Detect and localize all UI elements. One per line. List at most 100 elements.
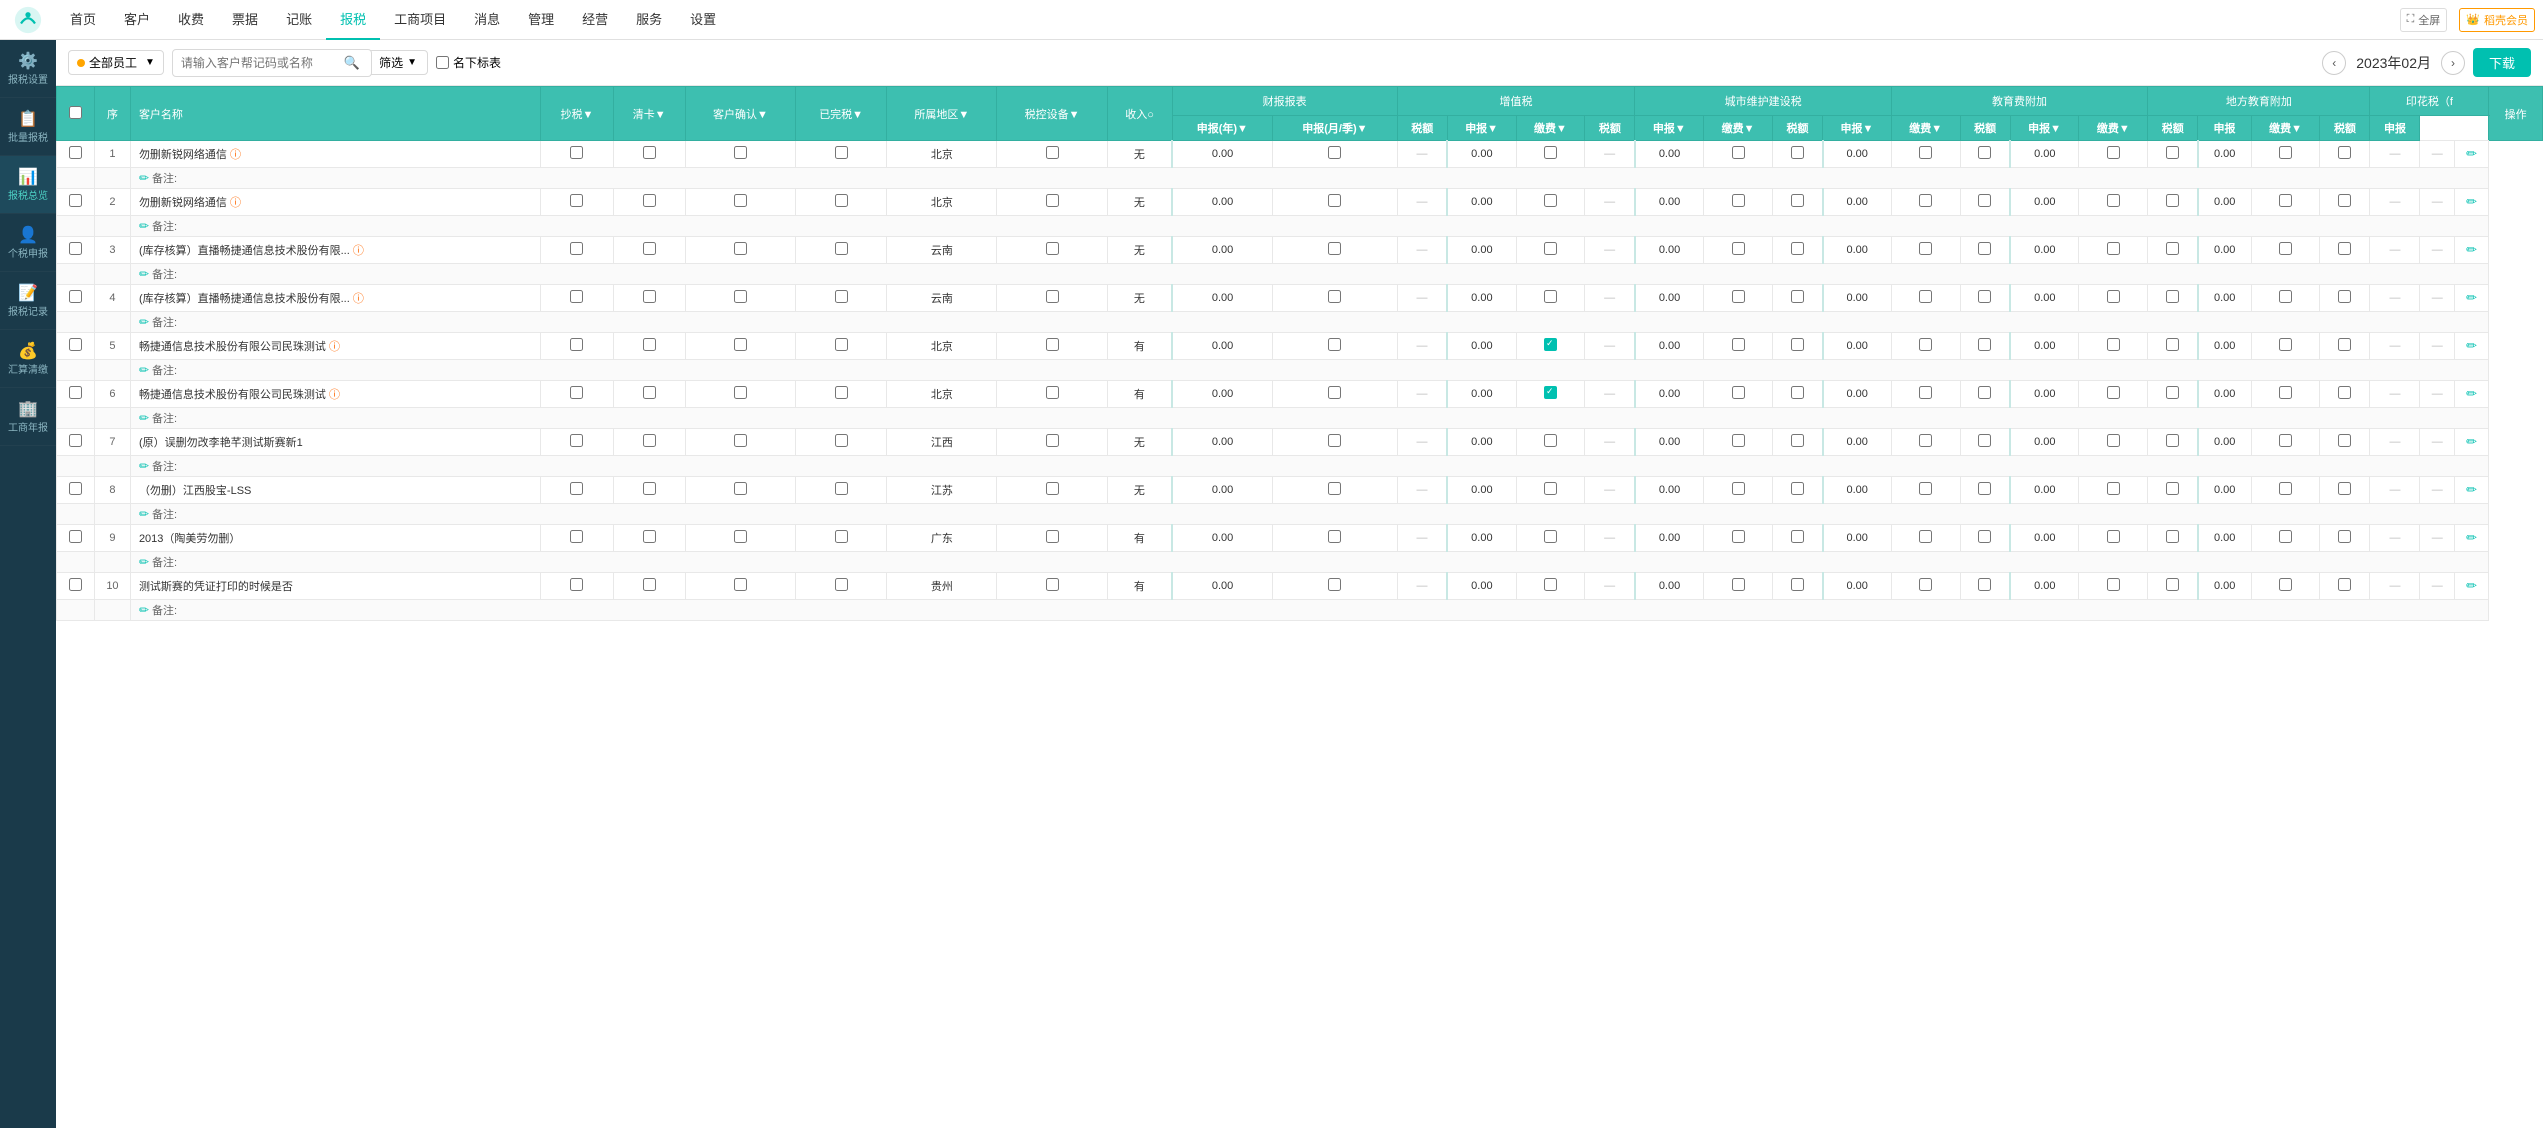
download-button[interactable]: 下载 bbox=[2473, 48, 2531, 77]
row-checkbox[interactable] bbox=[2338, 146, 2351, 159]
nav-invoice[interactable]: 票据 bbox=[218, 0, 272, 40]
paid-checkbox[interactable] bbox=[835, 386, 848, 399]
row-select-checkbox[interactable] bbox=[69, 434, 82, 447]
customer-confirm-checkbox[interactable] bbox=[734, 242, 747, 255]
checked-checkbox[interactable] bbox=[1544, 386, 1557, 399]
customer-confirm-checkbox[interactable] bbox=[734, 482, 747, 495]
row-checkbox[interactable] bbox=[2338, 290, 2351, 303]
customer-confirm-checkbox[interactable] bbox=[734, 530, 747, 543]
row-checkbox[interactable] bbox=[2107, 146, 2120, 159]
sidebar-item-batch-tax[interactable]: 📋 批量报税 bbox=[0, 98, 56, 156]
paid-checkbox[interactable] bbox=[835, 338, 848, 351]
row-checkbox[interactable] bbox=[1544, 530, 1557, 543]
search-input[interactable] bbox=[172, 49, 372, 77]
subordinate-checkbox-label[interactable]: 名下标表 bbox=[436, 54, 501, 71]
row-checkbox[interactable] bbox=[1791, 530, 1804, 543]
row-checkbox[interactable] bbox=[2107, 482, 2120, 495]
row-checkbox[interactable] bbox=[1978, 578, 1991, 591]
clear-card-checkbox[interactable] bbox=[643, 386, 656, 399]
row-checkbox[interactable] bbox=[1732, 578, 1745, 591]
prev-month-button[interactable]: ‹ bbox=[2322, 51, 2346, 75]
paid-checkbox[interactable] bbox=[835, 434, 848, 447]
copy-tax-checkbox[interactable] bbox=[570, 290, 583, 303]
tax-device-checkbox[interactable] bbox=[1046, 242, 1059, 255]
row-checkbox[interactable] bbox=[2166, 530, 2179, 543]
clear-card-checkbox[interactable] bbox=[643, 146, 656, 159]
clear-card-checkbox[interactable] bbox=[643, 194, 656, 207]
row-checkbox[interactable] bbox=[1732, 530, 1745, 543]
row-checkbox[interactable] bbox=[1791, 242, 1804, 255]
row-checkbox[interactable] bbox=[1328, 290, 1341, 303]
note-edit-icon[interactable]: ✏ bbox=[139, 459, 149, 473]
clear-card-checkbox[interactable] bbox=[643, 434, 656, 447]
tax-device-checkbox[interactable] bbox=[1046, 290, 1059, 303]
row-checkbox[interactable] bbox=[1732, 482, 1745, 495]
edit-button[interactable]: ✏ bbox=[2466, 338, 2477, 353]
clear-card-checkbox[interactable] bbox=[643, 338, 656, 351]
row-checkbox[interactable] bbox=[2107, 242, 2120, 255]
row-checkbox[interactable] bbox=[1732, 290, 1745, 303]
row-checkbox[interactable] bbox=[1791, 482, 1804, 495]
row-select-checkbox[interactable] bbox=[69, 242, 82, 255]
row-checkbox[interactable] bbox=[1791, 386, 1804, 399]
copy-tax-checkbox[interactable] bbox=[570, 146, 583, 159]
row-checkbox[interactable] bbox=[2166, 194, 2179, 207]
row-checkbox[interactable] bbox=[2279, 194, 2292, 207]
tax-device-checkbox[interactable] bbox=[1046, 338, 1059, 351]
row-checkbox[interactable] bbox=[1732, 146, 1745, 159]
row-checkbox[interactable] bbox=[1919, 386, 1932, 399]
row-checkbox[interactable] bbox=[1791, 578, 1804, 591]
nav-home[interactable]: 首页 bbox=[56, 0, 110, 40]
clear-card-checkbox[interactable] bbox=[643, 290, 656, 303]
edit-button[interactable]: ✏ bbox=[2466, 194, 2477, 209]
row-checkbox[interactable] bbox=[2338, 386, 2351, 399]
row-checkbox[interactable] bbox=[1732, 386, 1745, 399]
row-select-checkbox[interactable] bbox=[69, 578, 82, 591]
nav-manage[interactable]: 管理 bbox=[514, 0, 568, 40]
clear-card-checkbox[interactable] bbox=[643, 530, 656, 543]
row-checkbox[interactable] bbox=[2107, 530, 2120, 543]
row-select-checkbox[interactable] bbox=[69, 386, 82, 399]
clear-card-checkbox[interactable] bbox=[643, 578, 656, 591]
edit-button[interactable]: ✏ bbox=[2466, 146, 2477, 161]
row-checkbox[interactable] bbox=[2338, 338, 2351, 351]
row-checkbox[interactable] bbox=[1544, 194, 1557, 207]
row-checkbox[interactable] bbox=[1978, 194, 1991, 207]
tax-device-checkbox[interactable] bbox=[1046, 146, 1059, 159]
row-checkbox[interactable] bbox=[1544, 242, 1557, 255]
row-checkbox[interactable] bbox=[2166, 146, 2179, 159]
paid-checkbox[interactable] bbox=[835, 290, 848, 303]
row-checkbox[interactable] bbox=[2279, 338, 2292, 351]
edit-button[interactable]: ✏ bbox=[2466, 530, 2477, 545]
row-checkbox[interactable] bbox=[2166, 242, 2179, 255]
copy-tax-checkbox[interactable] bbox=[570, 482, 583, 495]
note-edit-icon[interactable]: ✏ bbox=[139, 171, 149, 185]
copy-tax-checkbox[interactable] bbox=[570, 386, 583, 399]
row-checkbox[interactable] bbox=[1919, 290, 1932, 303]
filter-button[interactable]: 筛选 ▼ bbox=[368, 50, 428, 75]
note-edit-icon[interactable]: ✏ bbox=[139, 267, 149, 281]
row-checkbox[interactable] bbox=[1328, 194, 1341, 207]
row-checkbox[interactable] bbox=[1732, 194, 1745, 207]
row-checkbox[interactable] bbox=[2279, 290, 2292, 303]
customer-confirm-checkbox[interactable] bbox=[734, 338, 747, 351]
paid-checkbox[interactable] bbox=[835, 530, 848, 543]
tax-device-checkbox[interactable] bbox=[1046, 386, 1059, 399]
paid-checkbox[interactable] bbox=[835, 578, 848, 591]
row-checkbox[interactable] bbox=[1328, 146, 1341, 159]
customer-confirm-checkbox[interactable] bbox=[734, 578, 747, 591]
edit-button[interactable]: ✏ bbox=[2466, 242, 2477, 257]
nav-settings[interactable]: 设置 bbox=[676, 0, 730, 40]
row-checkbox[interactable] bbox=[2107, 290, 2120, 303]
row-checkbox[interactable] bbox=[1732, 434, 1745, 447]
row-checkbox[interactable] bbox=[1978, 290, 1991, 303]
row-checkbox[interactable] bbox=[1544, 434, 1557, 447]
row-checkbox[interactable] bbox=[1919, 434, 1932, 447]
row-checkbox[interactable] bbox=[2338, 242, 2351, 255]
row-checkbox[interactable] bbox=[1328, 386, 1341, 399]
row-checkbox[interactable] bbox=[1978, 434, 1991, 447]
row-checkbox[interactable] bbox=[1544, 146, 1557, 159]
sidebar-item-settlement[interactable]: 💰 汇算清缴 bbox=[0, 330, 56, 388]
note-edit-icon[interactable]: ✏ bbox=[139, 363, 149, 377]
row-checkbox[interactable] bbox=[2338, 578, 2351, 591]
